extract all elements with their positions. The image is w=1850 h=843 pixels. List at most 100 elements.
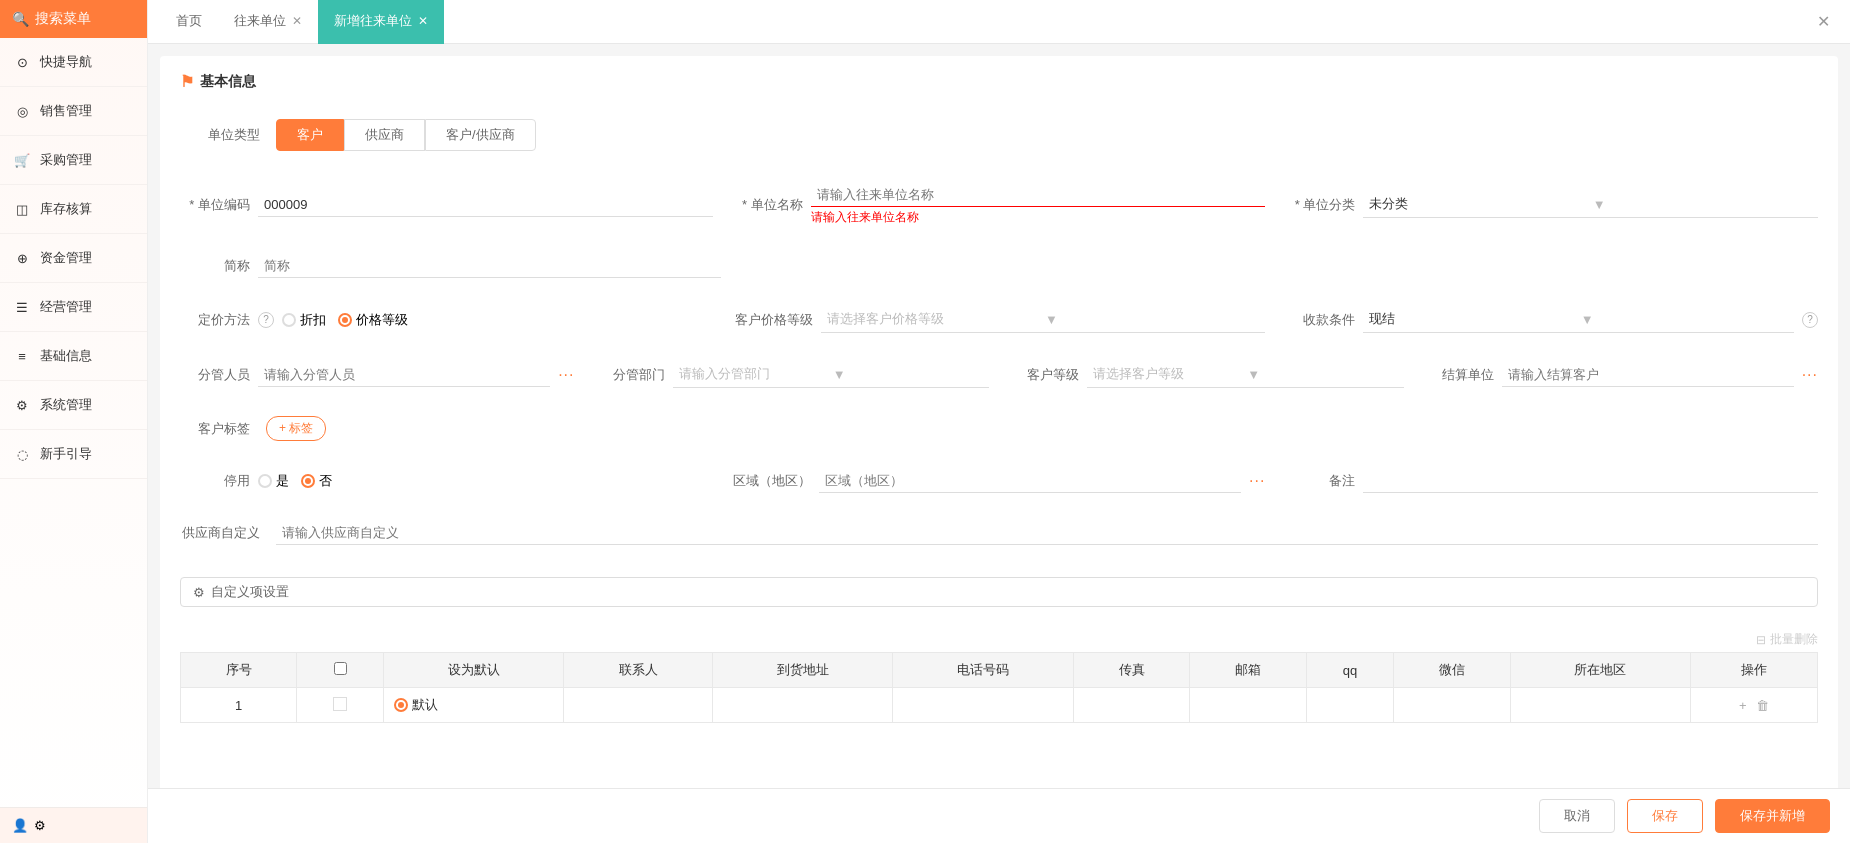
- sidebar-item-inventory[interactable]: ◫ 库存核算: [0, 185, 147, 234]
- row-seq: 1: [181, 688, 297, 723]
- row-checkbox-cell[interactable]: [297, 688, 384, 723]
- system-icon: ⚙: [12, 395, 32, 415]
- row-default-radio[interactable]: [394, 698, 408, 712]
- disabled-no-item[interactable]: 否: [301, 472, 332, 490]
- unit-code-label: * 单位编码: [180, 196, 250, 214]
- region-input[interactable]: [819, 469, 1241, 493]
- select-all-checkbox[interactable]: [334, 662, 347, 675]
- row-email[interactable]: [1190, 688, 1306, 723]
- unit-name-input[interactable]: [811, 183, 1266, 207]
- inventory-icon: ◫: [12, 199, 32, 219]
- pricing-help-icon[interactable]: ?: [258, 312, 274, 328]
- row-address[interactable]: [712, 688, 893, 723]
- save-button[interactable]: 保存: [1627, 799, 1703, 833]
- short-name-input[interactable]: [258, 254, 721, 278]
- settings-icon[interactable]: ⚙: [34, 818, 46, 833]
- add-tag-btn[interactable]: + 标签: [266, 416, 326, 441]
- unit-type-both[interactable]: 客户/供应商: [425, 119, 536, 151]
- manager-more-btn[interactable]: ···: [558, 366, 574, 384]
- category-chevron-icon: ▼: [1593, 197, 1812, 212]
- row-fax[interactable]: [1074, 688, 1190, 723]
- tab-home[interactable]: 首页: [160, 0, 218, 44]
- pricing-label: 定价方法: [180, 311, 250, 329]
- settlement-more-btn[interactable]: ···: [1802, 366, 1818, 384]
- col-actions: 操作: [1691, 653, 1818, 688]
- sidebar-item-quick-nav[interactable]: ⊙ 快捷导航: [0, 38, 147, 87]
- disabled-yes-item[interactable]: 是: [258, 472, 289, 490]
- close-new-partner-tab[interactable]: ✕: [418, 14, 428, 28]
- close-partners-tab[interactable]: ✕: [292, 14, 302, 28]
- remark-input[interactable]: [1363, 469, 1818, 493]
- section-basic-info: ⚑ 基本信息: [180, 72, 1818, 91]
- tab-new-partner[interactable]: 新增往来单位 ✕: [318, 0, 444, 44]
- col-checkbox[interactable]: [297, 653, 384, 688]
- settlement-input[interactable]: [1502, 363, 1794, 387]
- payment-value: 现结: [1369, 310, 1576, 328]
- dept-placeholder: 请输入分管部门: [679, 365, 829, 383]
- payment-help-icon[interactable]: ?: [1802, 312, 1818, 328]
- pricing-discount-radio[interactable]: [282, 313, 296, 327]
- row-checkbox[interactable]: [333, 697, 347, 711]
- contacts-table-section: ⊟ 批量删除 序号 设为默认 联系人 到货地址 电话号码 传真 邮箱 qq: [180, 631, 1818, 723]
- gear-icon: ⚙: [193, 585, 205, 600]
- row-default-radio-item[interactable]: 默认: [394, 696, 554, 714]
- manager-input[interactable]: [258, 363, 550, 387]
- unit-type-supplier[interactable]: 供应商: [344, 119, 425, 151]
- form-row-1: * 单位编码 * 单位名称 请输入往来单位名称 * 单位分类 未分类 ▼: [180, 183, 1818, 226]
- unit-type-customer[interactable]: 客户: [276, 119, 344, 151]
- custom-settings-btn[interactable]: ⚙ 自定义项设置: [180, 577, 1818, 607]
- sidebar-item-guide[interactable]: ◌ 新手引导: [0, 430, 147, 479]
- unit-category-field: * 单位分类 未分类 ▼: [1285, 183, 1818, 226]
- batch-delete-btn[interactable]: ⊟ 批量删除: [180, 631, 1818, 648]
- short-name-label: 简称: [180, 257, 250, 275]
- sidebar-item-basic[interactable]: ≡ 基础信息: [0, 332, 147, 381]
- row-phone[interactable]: [893, 688, 1074, 723]
- customer-level-chevron: ▼: [1247, 367, 1397, 382]
- unit-code-input[interactable]: [258, 193, 713, 217]
- batch-delete-icon: ⊟: [1756, 633, 1766, 647]
- row-qq[interactable]: [1306, 688, 1394, 723]
- row-contact[interactable]: [564, 688, 712, 723]
- row-op[interactable]: + 🗑: [1691, 688, 1818, 723]
- sidebar-item-finance[interactable]: ⊕ 资金管理: [0, 234, 147, 283]
- add-row-icon[interactable]: +: [1739, 698, 1747, 713]
- user-icon: 👤: [12, 818, 28, 833]
- customer-price-select[interactable]: 请选择客户价格等级 ▼: [821, 306, 1266, 333]
- unit-category-value: 未分类: [1369, 195, 1588, 213]
- customer-level-select[interactable]: 请选择客户等级 ▼: [1087, 361, 1404, 388]
- delete-row-icon[interactable]: 🗑: [1756, 698, 1769, 713]
- disabled-yes-radio[interactable]: [258, 474, 272, 488]
- pricing-discount[interactable]: 折扣: [282, 311, 326, 329]
- row-region[interactable]: [1510, 688, 1691, 723]
- unit-name-wrapper: 请输入往来单位名称: [811, 183, 1266, 226]
- unit-category-select[interactable]: 未分类 ▼: [1363, 191, 1818, 218]
- sidebar: 🔍 搜索菜单 ⊙ 快捷导航 ◎ 销售管理 🛒 采购管理 ◫ 库存核算 ⊕ 资金管…: [0, 0, 148, 843]
- col-contact: 联系人: [564, 653, 712, 688]
- customer-price-chevron: ▼: [1045, 312, 1259, 327]
- disabled-no-radio[interactable]: [301, 474, 315, 488]
- region-more-btn[interactable]: ···: [1249, 472, 1265, 490]
- tab-partners[interactable]: 往来单位 ✕: [218, 0, 318, 44]
- pricing-level-radio[interactable]: [338, 313, 352, 327]
- close-window-button[interactable]: ✕: [1809, 12, 1838, 31]
- row-wechat[interactable]: [1394, 688, 1510, 723]
- customer-price-placeholder: 请选择客户价格等级: [827, 310, 1041, 328]
- save-new-button[interactable]: 保存并新增: [1715, 799, 1830, 833]
- sidebar-item-purchase[interactable]: 🛒 采购管理: [0, 136, 147, 185]
- sidebar-search[interactable]: 🔍 搜索菜单: [0, 0, 147, 38]
- col-phone: 电话号码: [893, 653, 1074, 688]
- sidebar-item-system[interactable]: ⚙ 系统管理: [0, 381, 147, 430]
- payment-select[interactable]: 现结 ▼: [1363, 306, 1794, 333]
- dept-select[interactable]: 请输入分管部门 ▼: [673, 361, 990, 388]
- pricing-radio-group: 折扣 价格等级: [282, 311, 408, 329]
- pricing-field: 定价方法 ? 折扣 价格等级: [180, 306, 713, 333]
- payment-label: 收款条件: [1285, 311, 1355, 329]
- col-fax: 传真: [1074, 653, 1190, 688]
- contacts-table: 序号 设为默认 联系人 到货地址 电话号码 传真 邮箱 qq 微信 所在地区 操…: [180, 652, 1818, 723]
- sidebar-item-operations[interactable]: ☰ 经营管理: [0, 283, 147, 332]
- supplier-custom-input[interactable]: [276, 521, 1818, 545]
- cancel-button[interactable]: 取消: [1539, 799, 1615, 833]
- pricing-level[interactable]: 价格等级: [338, 311, 408, 329]
- form-content: ⚑ 基本信息 单位类型 客户 供应商 客户/供应商 * 单位编码 * 单位名称 …: [160, 56, 1838, 831]
- sidebar-item-sales[interactable]: ◎ 销售管理: [0, 87, 147, 136]
